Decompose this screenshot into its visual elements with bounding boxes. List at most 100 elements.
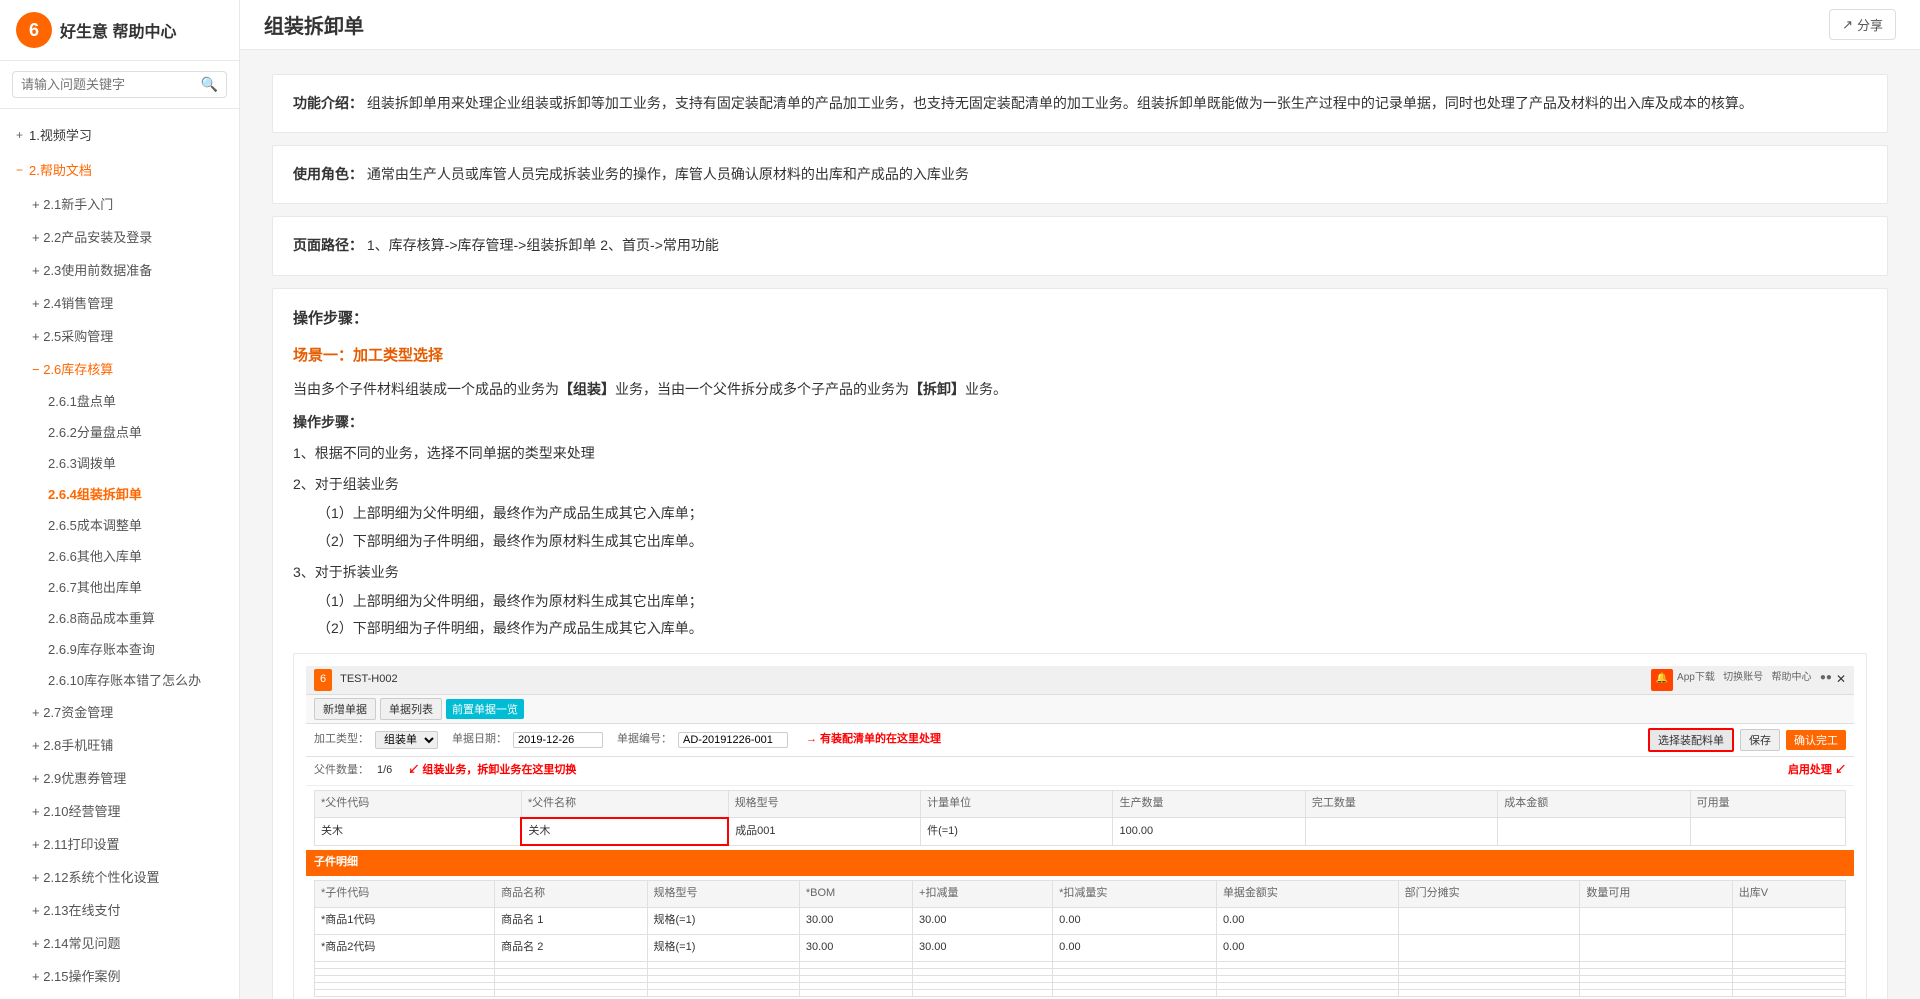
share-icon: ↗ xyxy=(1842,17,1853,33)
plus-icon: + xyxy=(32,197,43,212)
step3: 3、对于拆装业务 xyxy=(293,560,1867,585)
search-area: 🔍 xyxy=(0,61,239,109)
mock-titlebar-icons: 🔔 App下载 切换账号 帮助中心 ●● ✕ xyxy=(1651,669,1846,691)
sidebar: 6 好生意 帮助中心 🔍 + 1.视频学习 − 2.帮助文档 + xyxy=(0,0,240,999)
annotation-enable: 启用处理 ↙ xyxy=(1788,761,1846,781)
role-label: 使用角色： xyxy=(293,166,363,182)
sidebar-item-2.9[interactable]: + 2.9优惠券管理 xyxy=(0,761,239,794)
page-title: 组装拆卸单 xyxy=(264,10,364,39)
sidebar-item-2.3[interactable]: + 2.3使用前数据准备 xyxy=(0,253,239,286)
table-row xyxy=(315,982,1846,989)
sidebar-item-2.6.4[interactable]: 2.6.4组装拆卸单 xyxy=(0,478,239,509)
mock-order-label: 单据编号： xyxy=(617,730,672,750)
sidebar-item-2.5[interactable]: + 2.5采购管理 xyxy=(0,319,239,352)
plus-icon: + xyxy=(32,870,43,885)
plus-icon: + xyxy=(32,804,43,819)
mock-order-input[interactable] xyxy=(678,732,788,748)
mock-td-unit: 件(=1) xyxy=(921,818,1113,846)
minus-icon: − xyxy=(32,362,43,377)
logo-area: 6 好生意 帮助中心 xyxy=(0,0,239,61)
annotation-switch: ↙ 组装业务，拆卸业务在这里切换 xyxy=(408,761,576,781)
table-row: *商品2代码 商品名 2 规格(=1) 30.00 30.00 0.00 0.0… xyxy=(315,934,1846,961)
mock-app-id: TEST-H002 xyxy=(340,670,397,690)
sidebar-item-docs[interactable]: − 2.帮助文档 xyxy=(0,152,239,187)
scenario1-desc1: 当由多个子件材料组装成一个成品的业务为【组装】业务，当由一个父件拆分成多个子产品… xyxy=(293,377,1867,402)
mock-th-name: *父件名称 xyxy=(521,790,728,817)
mock-select-btn[interactable]: 选择装配料单 xyxy=(1648,728,1734,752)
plus-icon: + xyxy=(32,969,43,984)
nav-section-video: + 1.视频学习 xyxy=(0,117,239,152)
mock-td-code: 关木 xyxy=(315,818,522,846)
docs-sub-items: + 2.1新手入门 + 2.2产品安装及登录 + 2.3使用前数据准备 + 2.… xyxy=(0,187,239,992)
sidebar-item-2.6.6[interactable]: 2.6.6其他入库单 xyxy=(0,540,239,571)
sidebar-item-2.6.9[interactable]: 2.6.9库存账本查询 xyxy=(0,633,239,664)
main-area: 组装拆卸单 ↗ 分享 功能介绍： 组装拆卸单用来处理企业组装或拆卸等加工业务，支… xyxy=(240,0,1920,999)
sidebar-item-2.7[interactable]: + 2.7资金管理 xyxy=(0,695,239,728)
sidebar-item-2.11[interactable]: + 2.11打印设置 xyxy=(0,827,239,860)
sidebar-item-2.2[interactable]: + 2.2产品安装及登录 xyxy=(0,220,239,253)
nav-section-docs: − 2.帮助文档 + 2.1新手入门 + 2.2产品安装及登录 + 2.3使用前… xyxy=(0,152,239,992)
plus-icon: + xyxy=(32,738,43,753)
search-icon[interactable]: 🔍 xyxy=(201,76,218,93)
mock-th-code: *父件代码 xyxy=(315,790,522,817)
share-button[interactable]: ↗ 分享 xyxy=(1829,9,1896,40)
sidebar-item-2.6.1[interactable]: 2.6.1盘点单 xyxy=(0,385,239,416)
content-area: 功能介绍： 组装拆卸单用来处理企业组装或拆卸等加工业务，支持有固定装配清单的产品… xyxy=(240,50,1920,999)
plus-icon: + xyxy=(32,903,43,918)
mock-save-btn[interactable]: 保存 xyxy=(1740,729,1780,751)
sidebar-item-2.6[interactable]: − 2.6库存核算 xyxy=(0,352,239,385)
mock-titlebar: 6 TEST-H002 🔔 App下载 切换账号 帮助中心 ●● ✕ xyxy=(306,666,1854,695)
sidebar-item-2.6.7[interactable]: 2.6.7其他出库单 xyxy=(0,571,239,602)
plus-icon: + xyxy=(32,705,43,720)
mock-bell-icon: 🔔 xyxy=(1651,669,1673,691)
mock-th-avail: 可用量 xyxy=(1690,790,1845,817)
search-input[interactable] xyxy=(21,77,201,92)
sidebar-item-2.10[interactable]: + 2.10经营管理 xyxy=(0,794,239,827)
sidebar-item-2.12[interactable]: + 2.12系统个性化设置 xyxy=(0,860,239,893)
plus-icon: + xyxy=(16,128,23,142)
steps-header: 操作步骤： xyxy=(293,305,1867,332)
step2-sub1: （1）上部明细为父件明细，最终作为产成品生成其它入库单； xyxy=(293,501,1867,526)
mock-td-cost xyxy=(1498,818,1690,846)
mock-close-icon[interactable]: ✕ xyxy=(1836,669,1846,691)
mock-td-avail xyxy=(1690,818,1845,846)
table-row xyxy=(315,968,1846,975)
sidebar-item-2.13[interactable]: + 2.13在线支付 xyxy=(0,893,239,926)
mock-type-selector[interactable]: 组装单 拆卸单 xyxy=(375,731,438,749)
sidebar-item-2.6.10[interactable]: 2.6.10库存账本错了怎么办 xyxy=(0,664,239,695)
mock-list-btn[interactable]: 单据列表 xyxy=(380,698,442,720)
mock-parent-qty: 1/6 xyxy=(377,761,392,781)
mock-confirm-btn[interactable]: 确认完工 xyxy=(1786,730,1846,750)
mock-child-th-7: 单据金额实 xyxy=(1216,881,1398,908)
mock-type-label: 加工类型： xyxy=(314,730,369,750)
mock-child-th-5: +扣减量 xyxy=(913,881,1053,908)
mock-td-name: 关木 xyxy=(521,818,728,846)
path-label: 页面路径： xyxy=(293,237,363,253)
mock-parent-qty-label: 父件数量： xyxy=(314,761,369,781)
sidebar-item-2.14[interactable]: + 2.14常见问题 xyxy=(0,926,239,959)
sidebar-item-video[interactable]: + 1.视频学习 xyxy=(0,117,239,152)
mock-child-th-9: 数量可用 xyxy=(1580,881,1732,908)
mock-parent-header: 父件数量： 1/6 ↙ 组装业务，拆卸业务在这里切换 启用处理 ↙ xyxy=(306,757,1854,786)
sidebar-item-2.6.2[interactable]: 2.6.2分量盘点单 xyxy=(0,416,239,447)
mock-new-btn[interactable]: 新增单据 xyxy=(314,698,376,720)
path-block: 页面路径： 1、库存核算->库存管理->组装拆卸单 2、首页->常用功能 xyxy=(272,216,1888,275)
mock-th-spec: 规格型号 xyxy=(728,790,920,817)
plus-icon: + xyxy=(32,296,43,311)
mock-type-select[interactable]: 前置单据一览 xyxy=(446,699,524,719)
scenario1-title: 场景一：加工类型选择 xyxy=(293,347,443,364)
nav-tree: + 1.视频学习 − 2.帮助文档 + 2.1新手入门 + 2.2产品安装及登录 xyxy=(0,109,239,999)
sidebar-item-2.4[interactable]: + 2.4销售管理 xyxy=(0,286,239,319)
mock-child-th-10: 出库V xyxy=(1732,881,1845,908)
mock-app-logo: 6 xyxy=(314,669,332,691)
mock-date-input[interactable] xyxy=(513,732,603,748)
sidebar-item-2.15[interactable]: + 2.15操作案例 xyxy=(0,959,239,992)
sidebar-item-2.8[interactable]: + 2.8手机旺铺 xyxy=(0,728,239,761)
sidebar-item-2.6.8[interactable]: 2.6.8商品成本重算 xyxy=(0,602,239,633)
sidebar-item-2.6.5[interactable]: 2.6.5成本调整单 xyxy=(0,509,239,540)
sidebar-item-2.6.3[interactable]: 2.6.3调拨单 xyxy=(0,447,239,478)
role-text: 通常由生产人员或库管人员完成拆装业务的操作，库管人员确认原材料的出库和产成品的入… xyxy=(367,166,969,182)
search-box[interactable]: 🔍 xyxy=(12,71,227,98)
nav-sub-sub-2.6: 2.6.1盘点单 2.6.2分量盘点单 2.6.3调拨单 2.6.4组装拆卸单 … xyxy=(0,385,239,695)
sidebar-item-2.1[interactable]: + 2.1新手入门 xyxy=(0,187,239,220)
